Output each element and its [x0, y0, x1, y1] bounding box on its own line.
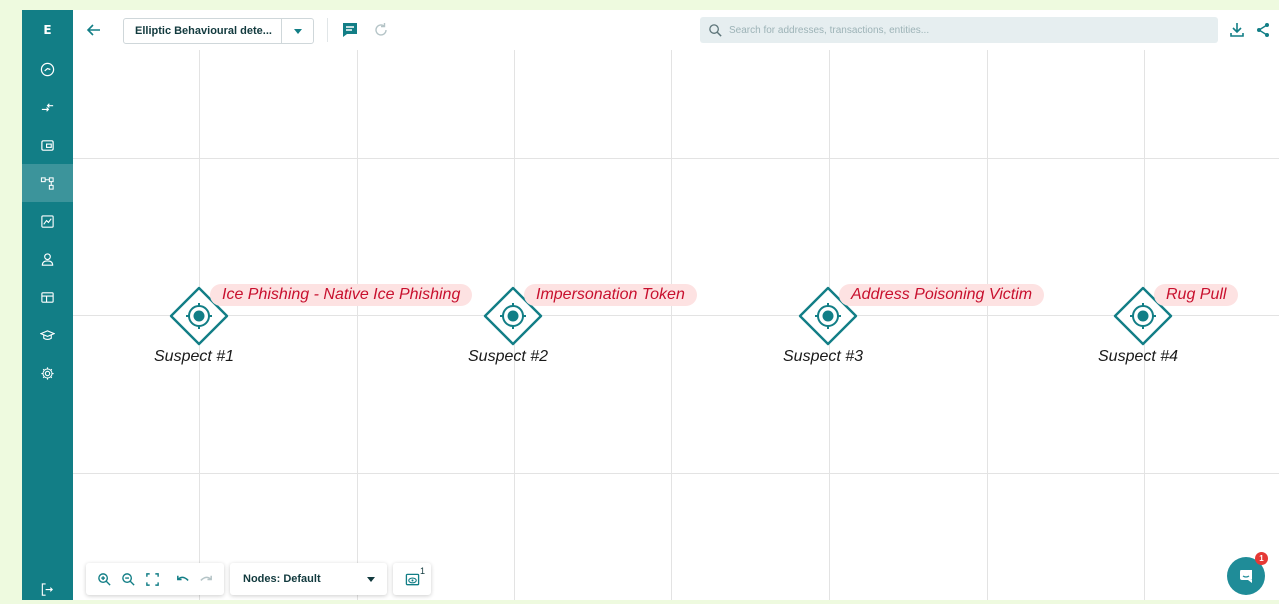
app-window: E Elliptic Behavioural dete... Search fo…	[22, 10, 1279, 600]
download-button[interactable]	[1228, 21, 1246, 39]
toolbar-divider	[327, 18, 328, 42]
fit-screen-icon	[145, 572, 159, 586]
grid-line	[357, 50, 358, 600]
grid-line	[73, 473, 1279, 474]
zoom-in-icon	[97, 572, 111, 586]
zoom-out-button[interactable]	[116, 567, 140, 591]
caret-down-icon	[367, 577, 375, 582]
logout-button[interactable]	[22, 570, 73, 600]
refresh-button[interactable]	[372, 21, 390, 39]
node-label: Suspect #4	[1098, 348, 1179, 365]
sidebar-item-academy[interactable]	[22, 316, 73, 354]
grid-line	[987, 50, 988, 600]
undo-icon	[176, 575, 189, 581]
visibility-count: 1	[419, 566, 425, 576]
sidebar-item-analytics[interactable]	[22, 202, 73, 240]
search-icon	[709, 23, 722, 37]
grid-line	[73, 315, 1279, 316]
user-icon	[41, 252, 54, 266]
arrow-left-icon	[86, 24, 100, 36]
search-bar[interactable]	[700, 17, 1218, 43]
sidebar-item-investigations[interactable]	[22, 164, 73, 202]
node-label: Suspect #3	[783, 348, 864, 365]
wallet-icon	[41, 139, 54, 151]
node-label: Suspect #1	[154, 348, 235, 365]
table-icon	[41, 291, 54, 303]
download-icon	[1230, 23, 1244, 37]
share-icon	[1257, 23, 1269, 37]
graph-nodes-icon	[40, 176, 54, 190]
sidebar-item-transfers[interactable]	[22, 88, 73, 126]
grid-line	[671, 50, 672, 600]
logout-icon	[41, 582, 53, 596]
top-bar: Elliptic Behavioural dete...	[73, 10, 1279, 50]
nodes-select-value: Nodes: Default	[243, 573, 321, 585]
zoom-out-icon	[121, 572, 135, 586]
sidebar-item-settings[interactable]	[22, 354, 73, 392]
sidebar-item-dashboard[interactable]	[22, 50, 73, 88]
gear-icon	[41, 366, 54, 380]
risk-tag: Rug Pull	[1154, 284, 1239, 306]
grid-line	[73, 158, 1279, 159]
nodes-display-select[interactable]: Nodes: Default	[230, 563, 387, 595]
report-select[interactable]: Elliptic Behavioural dete...	[123, 18, 314, 44]
search-input[interactable]	[723, 24, 1203, 36]
sidebar-item-users[interactable]	[22, 240, 73, 278]
app-logo[interactable]: E	[22, 10, 73, 50]
share-button[interactable]	[1254, 21, 1272, 39]
gauge-icon	[40, 62, 55, 76]
comment-button[interactable]	[341, 21, 359, 39]
zoom-in-button[interactable]	[92, 567, 116, 591]
graduation-cap-icon	[40, 329, 55, 340]
risk-tag: Impersonation Token	[524, 284, 697, 306]
sidebar: E	[22, 10, 73, 600]
caret-down-icon	[293, 28, 302, 34]
eye-icon	[405, 573, 419, 585]
undo-button[interactable]	[170, 567, 194, 591]
chat-icon	[1240, 570, 1252, 583]
sidebar-item-wallet[interactable]	[22, 126, 73, 164]
notification-badge: 1	[1255, 552, 1268, 565]
report-name: Elliptic Behavioural dete...	[135, 25, 272, 37]
refresh-icon	[375, 23, 387, 36]
visibility-button[interactable]: 1	[393, 563, 431, 595]
chart-icon	[41, 214, 54, 228]
comment-icon	[343, 23, 357, 37]
redo-button[interactable]	[194, 567, 218, 591]
sidebar-item-reports[interactable]	[22, 278, 73, 316]
canvas-toolbar: Nodes: Default 1	[86, 563, 431, 595]
zoom-controls	[86, 563, 224, 595]
dropdown-arrow[interactable]	[281, 19, 313, 43]
node-label: Suspect #2	[468, 348, 549, 365]
redo-icon	[199, 575, 212, 581]
graph-canvas[interactable]: Ice Phishing - Native Ice Phishing Suspe…	[73, 50, 1279, 600]
risk-tag: Address Poisoning Victim	[839, 284, 1045, 306]
risk-tag: Ice Phishing - Native Ice Phishing	[210, 284, 473, 306]
transfer-arrows-icon	[41, 102, 54, 112]
back-button[interactable]	[85, 21, 103, 39]
fit-to-screen-button[interactable]	[140, 567, 164, 591]
